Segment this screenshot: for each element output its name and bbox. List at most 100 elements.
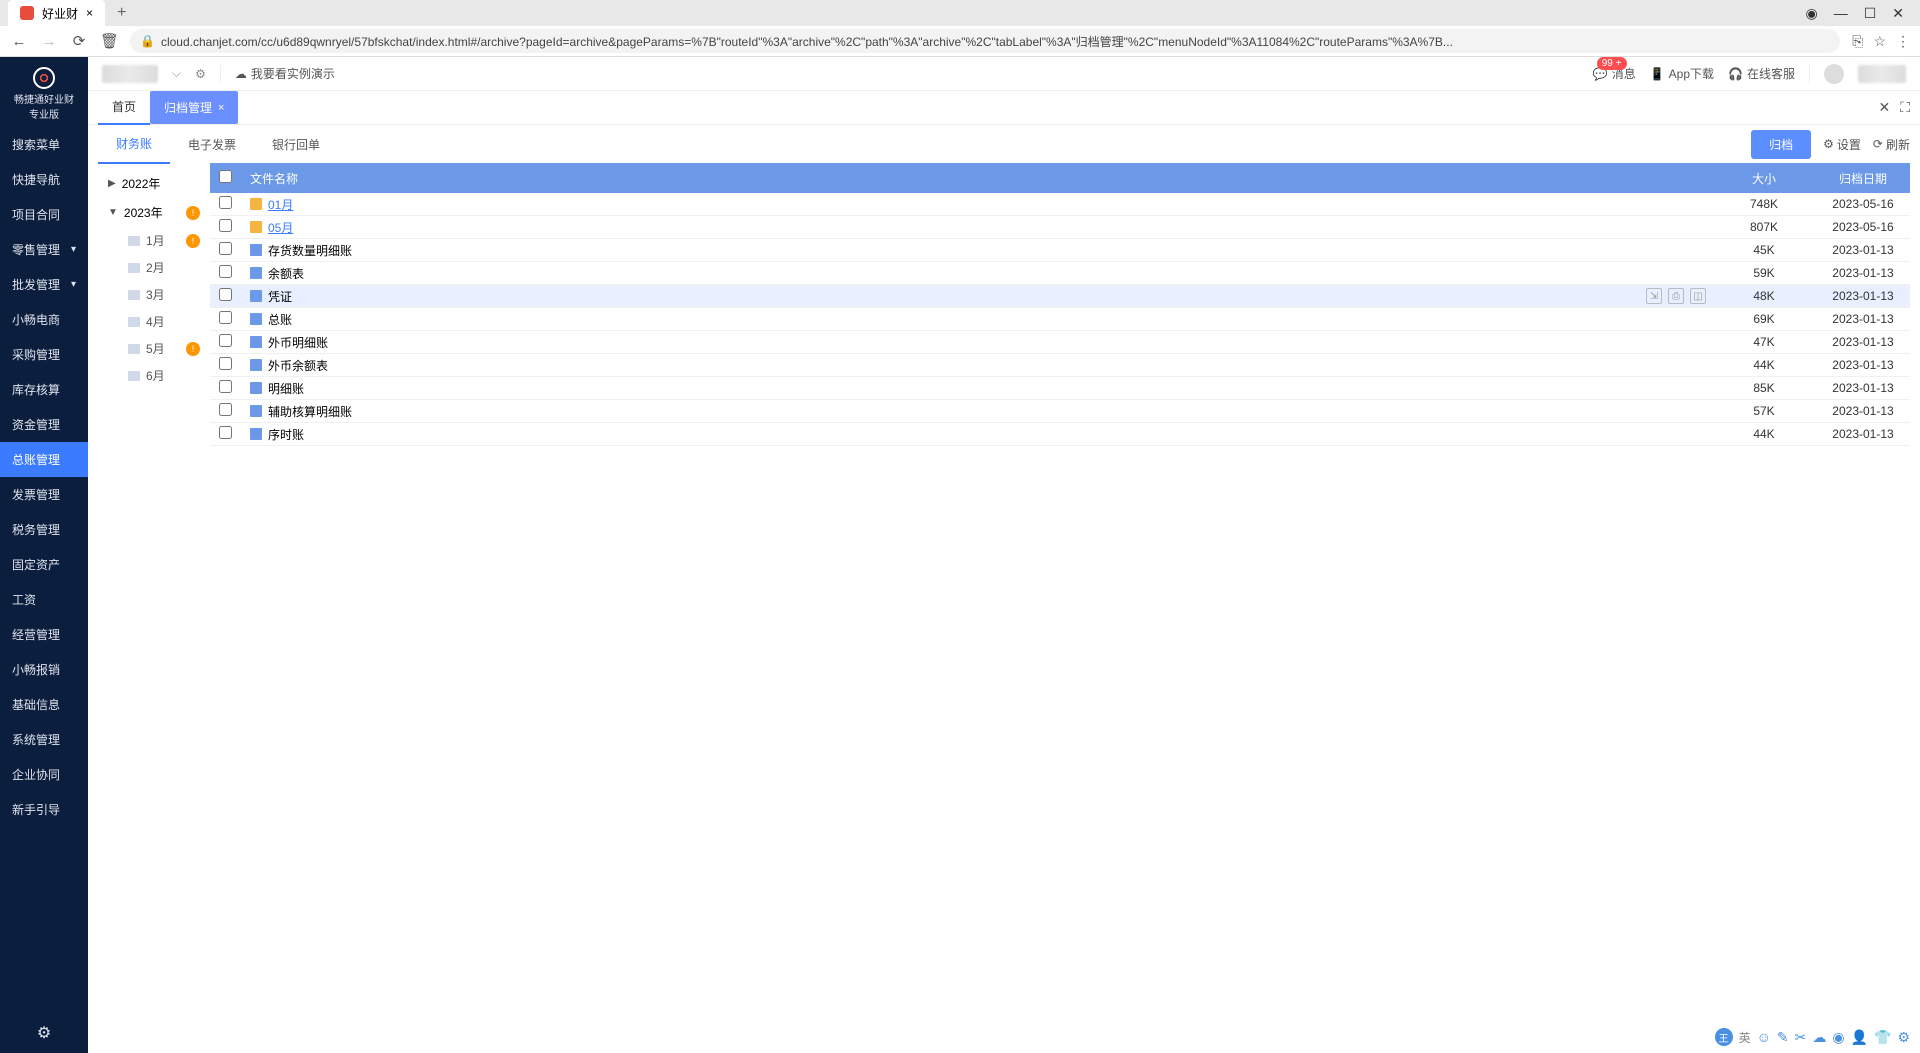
sidebar-settings-icon[interactable]: ⚙	[0, 1013, 88, 1053]
table-row[interactable]: 明细账 85K 2023-01-13	[210, 377, 1910, 400]
ime-cloud-icon[interactable]: ☁	[1812, 1029, 1826, 1046]
tree-month[interactable]: 1月!	[98, 227, 210, 254]
settings-link[interactable]: ⚙设置	[1823, 136, 1861, 153]
row-checkbox[interactable]	[219, 311, 232, 324]
archive-button[interactable]: 归档	[1751, 130, 1811, 159]
new-tab-button[interactable]: +	[117, 4, 126, 22]
table-row[interactable]: 01月 748K 2023-05-16	[210, 193, 1910, 216]
sidebar-item[interactable]: 经营管理	[0, 617, 88, 652]
forward-icon[interactable]: →	[40, 33, 58, 50]
table-row[interactable]: 总账 69K 2023-01-13	[210, 308, 1910, 331]
install-icon[interactable]: ⎘	[1852, 33, 1863, 50]
ime-person-icon[interactable]: 👤	[1851, 1029, 1868, 1046]
sidebar-item[interactable]: 小畅电商	[0, 302, 88, 337]
row-checkbox[interactable]	[219, 288, 232, 301]
demo-link[interactable]: ☁ 我要看实例演示	[235, 65, 335, 82]
fullscreen-icon[interactable]: ⛶	[1900, 99, 1910, 116]
avatar[interactable]	[1824, 64, 1844, 84]
table-row[interactable]: 余额表 59K 2023-01-13	[210, 262, 1910, 285]
sidebar-item[interactable]: 新手引导	[0, 792, 88, 827]
file-link[interactable]: 05月	[268, 219, 293, 236]
minimize-icon[interactable]: —	[1834, 5, 1848, 22]
table-row[interactable]: 凭证⇲⎙◫ 48K 2023-01-13	[210, 285, 1910, 308]
subtab-finance[interactable]: 财务账	[98, 125, 170, 164]
delete-icon[interactable]: 🗑	[100, 32, 118, 50]
sidebar-item[interactable]: 小畅报销	[0, 652, 88, 687]
export-icon[interactable]: ⇲	[1646, 288, 1662, 304]
org-settings-icon[interactable]: ⚙	[195, 67, 206, 81]
tree-month[interactable]: 3月	[98, 281, 210, 308]
sidebar-item[interactable]: 工资	[0, 582, 88, 617]
service-link[interactable]: 🎧 在线客服	[1728, 65, 1795, 82]
ime-circle-icon[interactable]: ◉	[1832, 1029, 1844, 1046]
refresh-link[interactable]: ⟳刷新	[1873, 136, 1910, 153]
sidebar-item[interactable]: 系统管理	[0, 722, 88, 757]
tree-month[interactable]: 2月	[98, 254, 210, 281]
tab-archive[interactable]: 归档管理 ×	[150, 91, 238, 124]
sidebar-item[interactable]: 资金管理	[0, 407, 88, 442]
row-checkbox[interactable]	[219, 334, 232, 347]
row-checkbox[interactable]	[219, 242, 232, 255]
maximize-icon[interactable]: ☐	[1864, 5, 1877, 22]
incognito-icon[interactable]: ◉	[1805, 5, 1817, 22]
sidebar-item[interactable]: 税务管理	[0, 512, 88, 547]
table-row[interactable]: 序时账 44K 2023-01-13	[210, 423, 1910, 446]
row-checkbox[interactable]	[219, 403, 232, 416]
back-icon[interactable]: ←	[10, 33, 28, 50]
ime-edit-icon[interactable]: ✎	[1777, 1029, 1789, 1046]
org-dropdown-icon[interactable]: ⌵	[172, 66, 181, 81]
sidebar-item[interactable]: 基础信息	[0, 687, 88, 722]
row-checkbox[interactable]	[219, 196, 232, 209]
table-row[interactable]: 05月 807K 2023-05-16	[210, 216, 1910, 239]
tab-close-icon[interactable]: ×	[218, 102, 224, 114]
file-link[interactable]: 01月	[268, 196, 293, 213]
ime-emoji-icon[interactable]: ☺	[1757, 1029, 1771, 1045]
sidebar-item[interactable]: 库存核算	[0, 372, 88, 407]
row-checkbox[interactable]	[219, 380, 232, 393]
row-checkbox[interactable]	[219, 357, 232, 370]
row-checkbox[interactable]	[219, 265, 232, 278]
browser-tab[interactable]: 好业财 ×	[8, 0, 105, 26]
sidebar-item[interactable]: 零售管理▾	[0, 232, 88, 267]
row-checkbox[interactable]	[219, 426, 232, 439]
download-link[interactable]: 📱 App下载	[1650, 65, 1714, 82]
pdf-icon[interactable]: ⎙	[1668, 288, 1684, 304]
ime-cut-icon[interactable]: ✂	[1795, 1029, 1807, 1046]
sidebar-item[interactable]: 快捷导航	[0, 162, 88, 197]
view-icon[interactable]: ◫	[1690, 288, 1706, 304]
sidebar-item[interactable]: 批发管理▾	[0, 267, 88, 302]
table-row[interactable]: 外币明细账 47K 2023-01-13	[210, 331, 1910, 354]
row-checkbox[interactable]	[219, 219, 232, 232]
sidebar-item[interactable]: 发票管理	[0, 477, 88, 512]
tree-year-2023[interactable]: ▼ 2023年 !	[98, 198, 210, 227]
tree-month[interactable]: 6月	[98, 362, 210, 389]
subtab-bank[interactable]: 银行回单	[254, 126, 338, 163]
ime-lang[interactable]: 英	[1739, 1029, 1751, 1046]
sidebar-item[interactable]: 总账管理	[0, 442, 88, 477]
ime-main-icon[interactable]: 王	[1715, 1028, 1733, 1046]
sidebar-item[interactable]: 搜索菜单	[0, 127, 88, 162]
tree-year-2022[interactable]: ▶ 2022年	[98, 169, 210, 198]
tree-month[interactable]: 5月!	[98, 335, 210, 362]
reload-icon[interactable]: ⟳	[70, 32, 88, 50]
ime-shirt-icon[interactable]: 👕	[1874, 1029, 1891, 1046]
tree-month[interactable]: 4月	[98, 308, 210, 335]
url-field[interactable]: 🔒 cloud.chanjet.com/cc/u6d89qwnryel/57bf…	[130, 29, 1840, 53]
sidebar-item[interactable]: 采购管理	[0, 337, 88, 372]
table-row[interactable]: 辅助核算明细账 57K 2023-01-13	[210, 400, 1910, 423]
sidebar-item[interactable]: 项目合同	[0, 197, 88, 232]
menu-icon[interactable]: ⋮	[1896, 33, 1910, 50]
subtab-einvoice[interactable]: 电子发票	[170, 126, 254, 163]
msg-link[interactable]: 99 + 💬 消息	[1593, 65, 1636, 82]
sidebar-item[interactable]: 固定资产	[0, 547, 88, 582]
ime-gear-icon[interactable]: ⚙	[1897, 1029, 1910, 1046]
close-window-icon[interactable]: ✕	[1892, 5, 1904, 22]
star-icon[interactable]: ☆	[1873, 33, 1886, 50]
table-row[interactable]: 外币余额表 44K 2023-01-13	[210, 354, 1910, 377]
tab-close-icon[interactable]: ×	[86, 6, 93, 20]
select-all-checkbox[interactable]	[219, 170, 232, 183]
tab-home[interactable]: 首页	[98, 90, 150, 125]
sidebar-item[interactable]: 企业协同	[0, 757, 88, 792]
table-row[interactable]: 存货数量明细账 45K 2023-01-13	[210, 239, 1910, 262]
close-tabs-icon[interactable]: ✕	[1878, 99, 1890, 116]
